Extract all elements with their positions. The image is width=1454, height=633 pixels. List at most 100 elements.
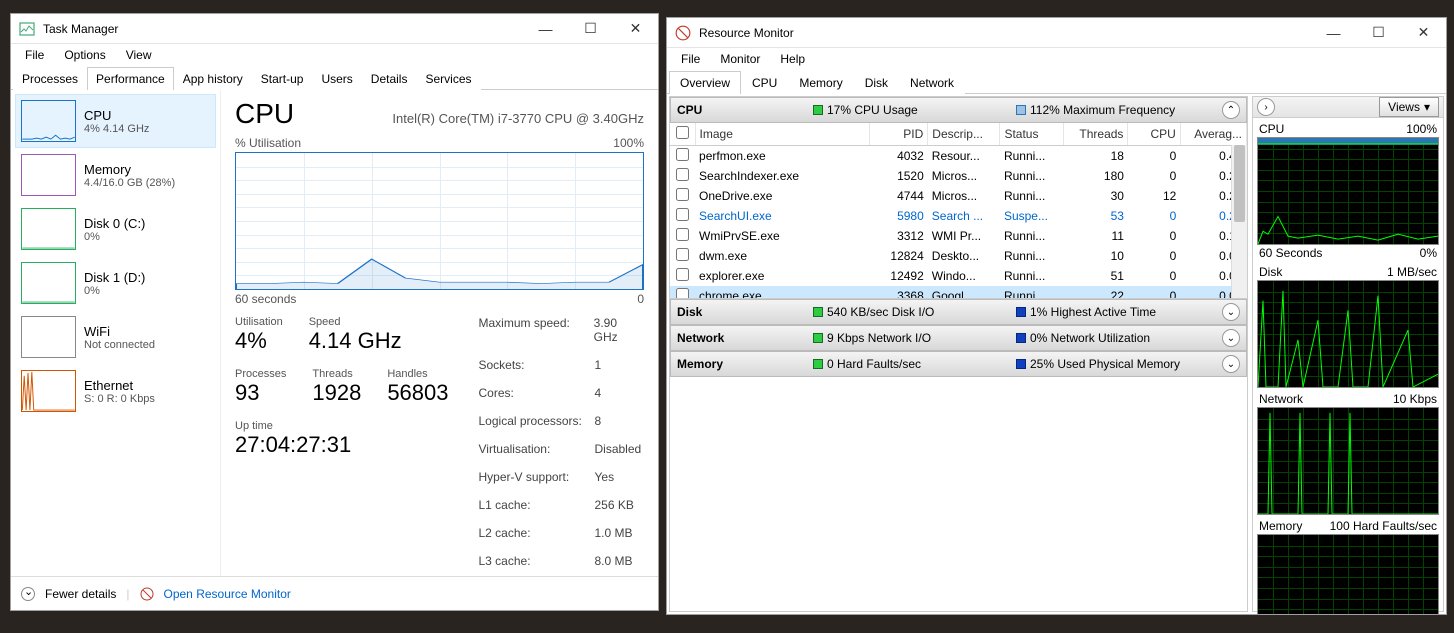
cpu-utilisation-chart [235,152,644,290]
col-image[interactable]: Image [695,123,870,146]
expand-button[interactable]: ⌄ [1222,303,1240,321]
prop-val: 3.90 GHz [594,316,644,344]
table-row[interactable]: SearchIndexer.exe 1520 Micros... Runni..… [670,166,1247,186]
cell-cpu: 0 [1128,206,1180,226]
task-manager-window: Task Manager — ☐ ✕ File Options View Pro… [10,13,659,611]
row-checkbox[interactable] [676,248,689,261]
graph-title: Network [1259,392,1303,406]
tab-bar: Processes Performance App history Start-… [11,66,658,90]
tab-processes[interactable]: Processes [13,67,87,90]
row-checkbox[interactable] [676,228,689,241]
header-checkbox[interactable] [676,126,689,139]
minimize-button[interactable]: — [523,14,568,43]
cell-threads: 11 [1064,226,1128,246]
tab-users[interactable]: Users [312,67,361,90]
table-row[interactable]: dwm.exe 12824 Deskto... Runni... 10 0 0.… [670,246,1247,266]
chevron-up-icon[interactable] [21,587,35,601]
col-status[interactable]: Status [1000,123,1064,146]
menu-view[interactable]: View [118,46,160,64]
close-button[interactable]: ✕ [1401,18,1446,47]
sidebar-item-memory[interactable]: Memory4.4/16.0 GB (28%) [15,148,216,202]
sidebar-item-cpu[interactable]: CPU4% 4.14 GHz [15,94,216,148]
stat-label: Handles [387,368,448,380]
table-row[interactable]: WmiPrvSE.exe 3312 WMI Pr... Runni... 11 … [670,226,1247,246]
cell-status: Runni... [1000,226,1064,246]
stat-value-utilisation: 4% [235,328,283,354]
menu-help[interactable]: Help [772,50,813,68]
sidebar-item-disk1[interactable]: Disk 1 (D:)0% [15,256,216,310]
table-row[interactable]: OneDrive.exe 4744 Micros... Runni... 30 … [670,186,1247,206]
scrollbar[interactable] [1231,145,1247,298]
collapse-pane-button[interactable]: › [1257,98,1275,116]
mini-graph-disk: Disk1 MB/sec [1257,264,1439,388]
tab-start-up[interactable]: Start-up [252,67,313,90]
expand-button[interactable]: ⌄ [1222,329,1240,347]
panel-metric: 0% Network Utilization [1030,331,1150,345]
graph-title: Disk [1259,265,1282,279]
tab-app-history[interactable]: App history [174,67,252,90]
prop-key: Virtualisation: [479,442,595,456]
collapse-button[interactable]: ⌃ [1222,101,1240,119]
menu-monitor[interactable]: Monitor [712,50,768,68]
table-row[interactable]: explorer.exe 12492 Windo... Runni... 51 … [670,266,1247,286]
prop-key: Sockets: [479,358,595,372]
close-button[interactable]: ✕ [613,14,658,43]
row-checkbox[interactable] [676,168,689,181]
row-checkbox[interactable] [676,208,689,221]
tab-memory[interactable]: Memory [788,71,853,94]
prop-val: 1.0 MB [595,526,633,540]
col-cpu[interactable]: CPU [1128,123,1180,146]
panel-header-network[interactable]: Network 9 Kbps Network I/O 0% Network Ut… [670,325,1247,351]
row-checkbox[interactable] [676,288,689,299]
fewer-details-link[interactable]: Fewer details [45,587,116,601]
row-checkbox[interactable] [676,188,689,201]
col-threads[interactable]: Threads [1064,123,1128,146]
page-title: CPU [235,98,294,130]
cell-image: chrome.exe [695,286,870,299]
col-check[interactable] [670,123,695,146]
panel-metric: 0 Hard Faults/sec [827,357,921,371]
tab-services[interactable]: Services [416,67,480,90]
row-checkbox[interactable] [676,148,689,161]
views-button[interactable]: Views▾ [1379,97,1439,117]
menu-options[interactable]: Options [56,46,113,64]
menu-file[interactable]: File [673,50,708,68]
maximize-button[interactable]: ☐ [568,14,613,43]
sidebar-item-disk0[interactable]: Disk 0 (C:)0% [15,202,216,256]
prop-key: Hyper-V support: [479,470,595,484]
tab-performance[interactable]: Performance [87,67,174,90]
tab-network[interactable]: Network [899,71,965,94]
expand-button[interactable]: ⌄ [1222,355,1240,373]
tab-cpu[interactable]: CPU [741,71,788,94]
open-resource-monitor-link[interactable]: Open Resource Monitor [164,587,291,601]
table-row[interactable]: chrome.exe 3368 Googl... Runni... 22 0 0… [670,286,1247,299]
titlebar[interactable]: Resource Monitor — ☐ ✕ [667,18,1446,48]
row-checkbox[interactable] [676,268,689,281]
scrollbar-thumb[interactable] [1234,145,1245,222]
panel-metric: 540 KB/sec Disk I/O [827,305,934,319]
tab-disk[interactable]: Disk [854,71,899,94]
cell-pid: 3312 [870,226,928,246]
panel-header-memory[interactable]: Memory 0 Hard Faults/sec 25% Used Physic… [670,351,1247,377]
tab-overview[interactable]: Overview [669,71,741,94]
maximize-button[interactable]: ☐ [1356,18,1401,47]
tab-details[interactable]: Details [362,67,417,90]
col-description[interactable]: Descrip... [928,123,1000,146]
table-row[interactable]: perfmon.exe 4032 Resour... Runni... 18 0… [670,146,1247,167]
col-pid[interactable]: PID [870,123,928,146]
menu-file[interactable]: File [17,46,52,64]
sidebar-item-ethernet[interactable]: EthernetS: 0 R: 0 Kbps [15,364,216,418]
panel-header-cpu[interactable]: CPU 17% CPU Usage 112% Maximum Frequency… [670,97,1247,123]
table-row[interactable]: SearchUI.exe 5980 Search ... Suspe... 53… [670,206,1247,226]
titlebar[interactable]: Task Manager — ☐ ✕ [11,14,658,44]
ethernet-thumb-icon [21,370,76,412]
cell-image: OneDrive.exe [695,186,870,206]
col-average[interactable]: Averag... [1180,123,1246,146]
minimize-button[interactable]: — [1311,18,1356,47]
sidebar-item-wifi[interactable]: WiFiNot connected [15,310,216,364]
stat-label: Up time [235,420,449,432]
panel-header-disk[interactable]: Disk 540 KB/sec Disk I/O 1% Highest Acti… [670,299,1247,325]
cell-image: explorer.exe [695,266,870,286]
prop-val: 256 KB [595,498,634,512]
graph-scale: 100% [1406,122,1437,136]
